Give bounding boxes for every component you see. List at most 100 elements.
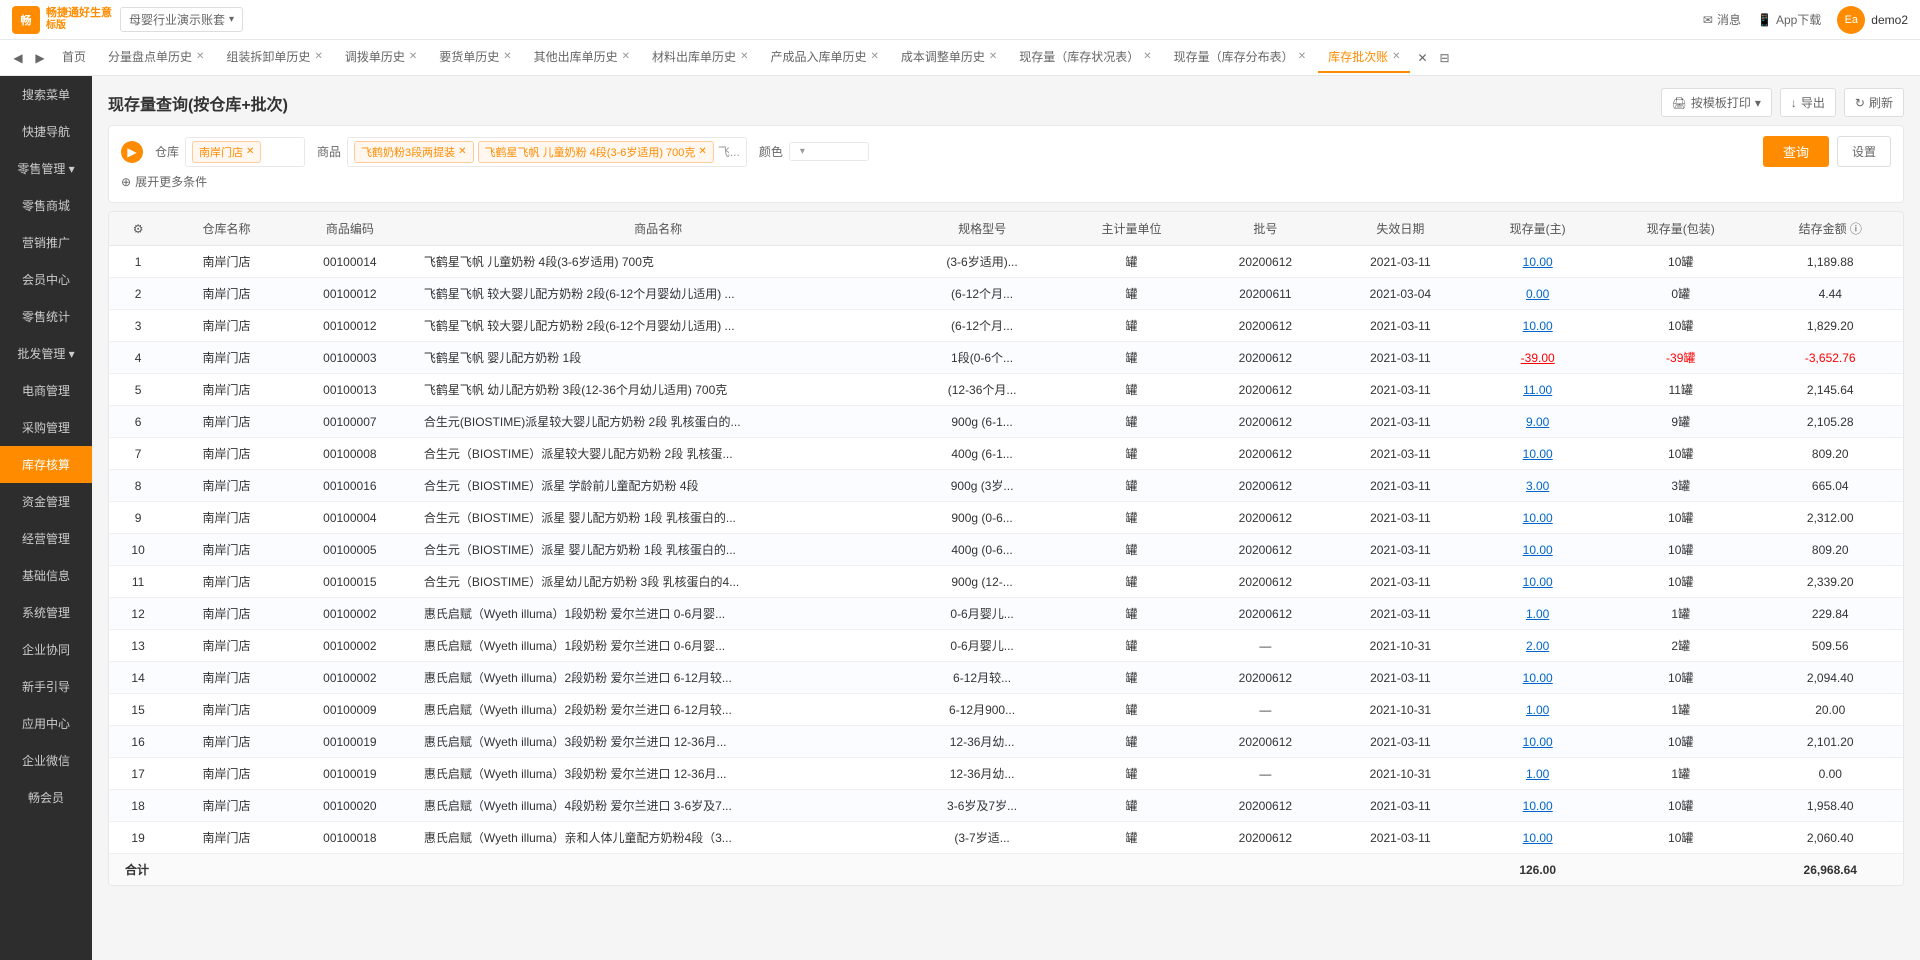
table-row: 19 南岸门店 00100018 惠氏启赋（Wyeth illuma）亲和人体儿…: [109, 822, 1903, 854]
sidebar-item-14[interactable]: 系统管理: [0, 594, 92, 631]
tab-item-10[interactable]: 现存量（库存分布表）✕: [1164, 42, 1316, 73]
sidebar-item-6[interactable]: 零售统计: [0, 298, 92, 335]
cell-spec: (12-36个月...: [902, 374, 1061, 406]
tab-menu-btn[interactable]: ⊟: [1434, 48, 1454, 68]
cell-qty-pkg: 10罐: [1604, 822, 1758, 854]
cell-spec: 6-12月较...: [902, 662, 1061, 694]
cell-qty-main[interactable]: 11.00: [1471, 374, 1604, 406]
sidebar-item-4[interactable]: 营销推广: [0, 224, 92, 261]
tab-next-btn[interactable]: ▶: [30, 48, 50, 68]
sidebar-item-1[interactable]: 快捷导航: [0, 113, 92, 150]
sidebar-item-17[interactable]: 应用中心: [0, 705, 92, 742]
warehouse-tag-close[interactable]: ✕: [246, 146, 254, 157]
tab-close-icon[interactable]: ✕: [196, 51, 204, 62]
tab-item-7[interactable]: 产成品入库单历史✕: [760, 42, 888, 73]
tab-close-icon[interactable]: ✕: [740, 51, 748, 62]
cell-qty-main[interactable]: 10.00: [1471, 566, 1604, 598]
cell-code: 00100013: [286, 374, 414, 406]
color-select[interactable]: ▾: [789, 142, 869, 161]
user-area[interactable]: Ea demo2: [1837, 6, 1908, 34]
cell-qty-main[interactable]: 1.00: [1471, 694, 1604, 726]
sidebar-item-8[interactable]: 电商管理: [0, 372, 92, 409]
message-btn[interactable]: ✉ 消息: [1703, 11, 1741, 28]
tab-close-icon[interactable]: ✕: [870, 51, 878, 62]
sidebar-item-11[interactable]: 资金管理: [0, 483, 92, 520]
cell-qty-main[interactable]: 10.00: [1471, 534, 1604, 566]
tab-label: 首页: [62, 48, 86, 65]
tab-close-icon[interactable]: ✕: [314, 51, 322, 62]
sidebar-item-2[interactable]: 零售管理 ▾: [0, 150, 92, 187]
product-label: 商品: [317, 143, 341, 160]
tab-close-icon[interactable]: ✕: [1392, 51, 1400, 62]
tab-item-3[interactable]: 调拨单历史✕: [335, 42, 427, 73]
cell-qty-main[interactable]: 10.00: [1471, 502, 1604, 534]
cell-amount: 1,829.20: [1758, 310, 1904, 342]
breadcrumb-dropdown[interactable]: 母婴行业演示账套 ▾: [120, 7, 243, 32]
tab-item-9[interactable]: 现存量（库存状况表）✕: [1009, 42, 1161, 73]
cell-qty-main[interactable]: 10.00: [1471, 662, 1604, 694]
cell-qty-main[interactable]: 1.00: [1471, 758, 1604, 790]
sidebar-item-10[interactable]: 库存核算: [0, 446, 92, 483]
refresh-button[interactable]: ↻ 刷新: [1844, 88, 1904, 117]
sidebar-item-5[interactable]: 会员中心: [0, 261, 92, 298]
cell-name: 惠氏启赋（Wyeth illuma）2段奶粉 爱尔兰进口 6-12月较...: [414, 694, 903, 726]
app-download-btn[interactable]: 📱 App下载: [1757, 11, 1821, 28]
tab-item-2[interactable]: 组装拆卸单历史✕: [216, 42, 332, 73]
sidebar-item-16[interactable]: 新手引导: [0, 668, 92, 705]
tab-item-11[interactable]: 库存批次账✕: [1318, 42, 1410, 73]
product-tag-2-close[interactable]: ✕: [698, 146, 706, 157]
tab-item-1[interactable]: 分量盘点单历史✕: [98, 42, 214, 73]
tab-item-5[interactable]: 其他出库单历史✕: [524, 42, 640, 73]
cell-qty-main[interactable]: 10.00: [1471, 310, 1604, 342]
query-button[interactable]: 查询: [1763, 136, 1829, 167]
tab-close-icon[interactable]: ✕: [1143, 51, 1151, 62]
tab-close-icon[interactable]: ✕: [409, 51, 417, 62]
sidebar-item-13[interactable]: 基础信息: [0, 557, 92, 594]
tab-close-icon[interactable]: ✕: [503, 51, 511, 62]
sidebar-item-18[interactable]: 企业微信: [0, 742, 92, 779]
table-row: 6 南岸门店 00100007 合生元(BIOSTIME)派星较大婴儿配方奶粉 …: [109, 406, 1903, 438]
sidebar-item-12[interactable]: 经营管理: [0, 520, 92, 557]
tab-item-4[interactable]: 要货单历史✕: [429, 42, 521, 73]
col-unit: 主计量单位: [1062, 212, 1202, 246]
cell-qty-main[interactable]: 10.00: [1471, 822, 1604, 854]
sidebar-item-7[interactable]: 批发管理 ▾: [0, 335, 92, 372]
cell-qty-main[interactable]: 10.00: [1471, 438, 1604, 470]
filter-toggle-btn[interactable]: ▶: [121, 141, 143, 163]
sidebar-item-19[interactable]: 畅会员: [0, 779, 92, 816]
tab-item-0[interactable]: 首页: [52, 42, 96, 73]
message-label: 消息: [1717, 11, 1741, 28]
cell-qty-main[interactable]: 2.00: [1471, 630, 1604, 662]
cell-qty-main[interactable]: 9.00: [1471, 406, 1604, 438]
tab-close-icon[interactable]: ✕: [622, 51, 630, 62]
tab-prev-btn[interactable]: ◀: [8, 48, 28, 68]
warehouse-tag-container[interactable]: 南岸门店 ✕: [185, 137, 305, 167]
export-button[interactable]: ↓ 导出: [1780, 88, 1836, 117]
filter-expand[interactable]: ⊕ 展开更多条件: [121, 167, 1891, 192]
sidebar-item-3[interactable]: 零售商城: [0, 187, 92, 224]
cell-warehouse: 南岸门店: [167, 374, 286, 406]
cell-qty-main[interactable]: 0.00: [1471, 278, 1604, 310]
product-tag-1-close[interactable]: ✕: [458, 146, 466, 157]
cell-qty-main[interactable]: -39.00: [1471, 342, 1604, 374]
product-tag-container[interactable]: 飞鹤奶粉3段两提装 ✕ 飞鹤星飞帆 儿童奶粉 4段(3-6岁适用) 700克 ✕…: [347, 137, 747, 167]
refresh-icon: ↻: [1855, 96, 1865, 110]
cell-qty-main[interactable]: 1.00: [1471, 598, 1604, 630]
sidebar-item-15[interactable]: 企业协同: [0, 631, 92, 668]
gear-icon[interactable]: ⚙: [133, 222, 144, 236]
cell-qty-main[interactable]: 10.00: [1471, 790, 1604, 822]
tab-close-icon[interactable]: ✕: [1298, 51, 1306, 62]
tab-close-icon[interactable]: ✕: [989, 51, 997, 62]
print-button[interactable]: 🖨 按模板打印 ▾: [1661, 88, 1772, 117]
cell-qty-main[interactable]: 3.00: [1471, 470, 1604, 502]
setting-button[interactable]: 设置: [1837, 136, 1891, 167]
tab-close-all-btn[interactable]: ✕: [1412, 48, 1432, 68]
cell-qty-main[interactable]: 10.00: [1471, 246, 1604, 278]
sidebar-item-9[interactable]: 采购管理: [0, 409, 92, 446]
tab-item-8[interactable]: 成本调整单历史✕: [891, 42, 1007, 73]
tab-item-6[interactable]: 材料出库单历史✕: [642, 42, 758, 73]
sidebar-item-0[interactable]: 搜索菜单: [0, 76, 92, 113]
cell-qty-main[interactable]: 10.00: [1471, 726, 1604, 758]
cell-expire: 2021-03-11: [1329, 406, 1471, 438]
cell-warehouse: 南岸门店: [167, 630, 286, 662]
